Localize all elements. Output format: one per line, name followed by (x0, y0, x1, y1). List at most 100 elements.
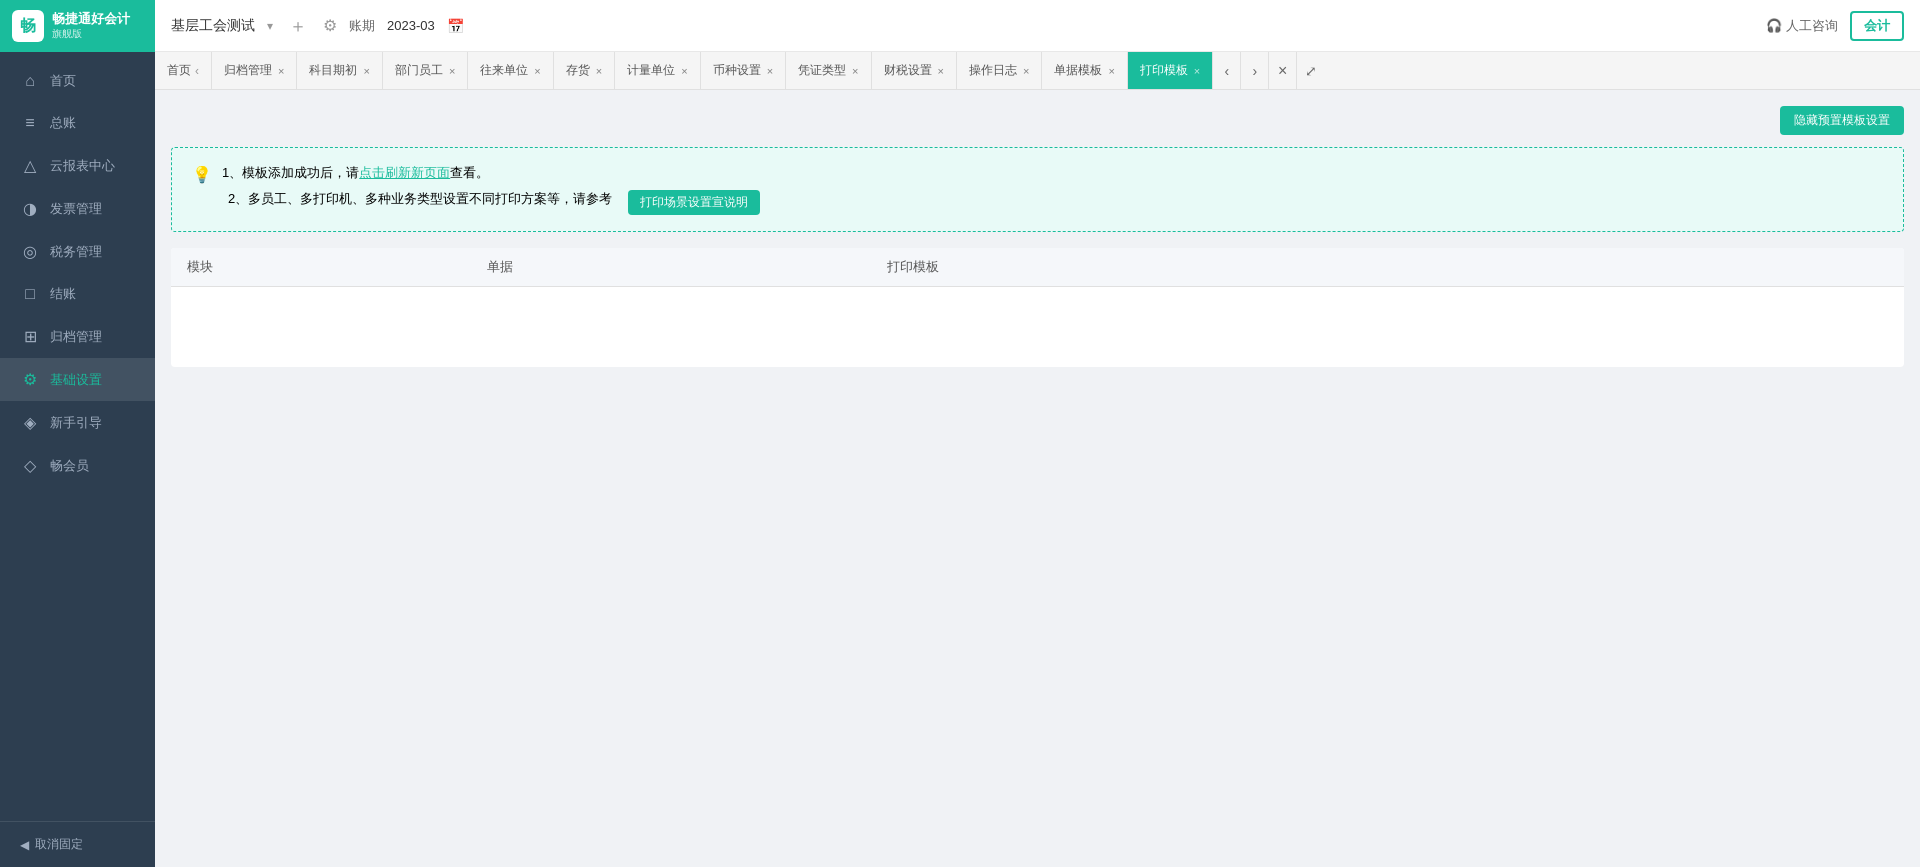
tab-customer-label: 往来单位 (480, 62, 528, 79)
tax-icon: ◎ (20, 242, 40, 261)
tab-tax-close-icon[interactable]: × (938, 65, 944, 77)
sidebar-item-invoice[interactable]: ◑ 发票管理 (0, 187, 155, 230)
tab-currency[interactable]: 币种设置 × (701, 52, 786, 90)
tab-expand-button[interactable]: ⤢ (1297, 52, 1325, 90)
sidebar-logo: 畅 畅捷通好会计 旗舰版 (0, 0, 155, 52)
tab-single-close-icon[interactable]: × (1108, 65, 1114, 77)
sidebar-item-report[interactable]: △ 云报表中心 (0, 144, 155, 187)
account-button[interactable]: 会计 (1850, 11, 1904, 41)
table-header: 模块 单据 打印模板 (171, 248, 1904, 287)
company-dropdown-icon[interactable]: ▾ (267, 19, 273, 33)
tab-archive[interactable]: 归档管理 × (212, 52, 297, 90)
tab-subject[interactable]: 科目期初 × (297, 52, 382, 90)
human-service-label: 人工咨询 (1786, 17, 1838, 35)
tab-single-template[interactable]: 单据模板 × (1042, 52, 1127, 90)
tab-voucher-type[interactable]: 凭证类型 × (786, 52, 871, 90)
tab-print-close-icon[interactable]: × (1194, 65, 1200, 77)
report-icon: △ (20, 156, 40, 175)
tab-currency-close-icon[interactable]: × (767, 65, 773, 77)
topbar: 基层工会测试 ▾ ＋ ⚙ 账期 2023-03 📅 🎧 人工咨询 会计 (155, 0, 1920, 52)
sidebar-unpin-button[interactable]: ◀ 取消固定 (0, 821, 155, 867)
tab-archive-close-icon[interactable]: × (278, 65, 284, 77)
sidebar-label-member: 畅会员 (50, 457, 89, 475)
sidebar-label-home: 首页 (50, 72, 76, 90)
home-icon: ⌂ (20, 72, 40, 90)
notice-line2-text: 2、多员工、多打印机、多种业务类型设置不同打印方案等，请参考 (228, 190, 612, 208)
table-col-print-template: 打印模板 (871, 248, 1904, 286)
tab-tax-set-label: 财税设置 (884, 62, 932, 79)
sidebar-item-checkout[interactable]: □ 结账 (0, 273, 155, 315)
tab-inventory[interactable]: 存货 × (554, 52, 615, 90)
tab-unit-label: 计量单位 (627, 62, 675, 79)
sidebar-item-settings[interactable]: ⚙ 基础设置 (0, 358, 155, 401)
tab-dept[interactable]: 部门员工 × (383, 52, 468, 90)
tab-unit[interactable]: 计量单位 × (615, 52, 700, 90)
print-scene-button[interactable]: 打印场景设置宣说明 (628, 190, 760, 215)
tab-log-close-icon[interactable]: × (1023, 65, 1029, 77)
tab-inventory-label: 存货 (566, 62, 590, 79)
tab-currency-label: 币种设置 (713, 62, 761, 79)
tab-chevron-icon: ‹ (195, 64, 199, 78)
archive-icon: ⊞ (20, 327, 40, 346)
sidebar-item-member[interactable]: ◇ 畅会员 (0, 444, 155, 487)
sidebar-item-ledger[interactable]: ≡ 总账 (0, 102, 155, 144)
calendar-icon[interactable]: 📅 (447, 18, 464, 34)
human-service-button[interactable]: 🎧 人工咨询 (1766, 17, 1838, 35)
ledger-icon: ≡ (20, 114, 40, 132)
member-icon: ◇ (20, 456, 40, 475)
tab-dept-close-icon[interactable]: × (449, 65, 455, 77)
tab-dept-label: 部门员工 (395, 62, 443, 79)
tab-home[interactable]: 首页 ‹ (155, 52, 212, 90)
tab-archive-label: 归档管理 (224, 62, 272, 79)
sidebar-item-home[interactable]: ⌂ 首页 (0, 60, 155, 102)
tab-close-all-button[interactable]: × (1269, 52, 1297, 90)
sidebar-label-ledger: 总账 (50, 114, 76, 132)
sidebar-item-archive[interactable]: ⊞ 归档管理 (0, 315, 155, 358)
table-body (171, 287, 1904, 367)
add-tab-button[interactable]: ＋ (285, 14, 311, 38)
notice-bulb-icon: 💡 (192, 165, 212, 184)
tab-tax-set[interactable]: 财税设置 × (872, 52, 957, 90)
tabbar: 首页 ‹ 归档管理 × 科目期初 × 部门员工 × 往来单位 × 存货 × 计量… (155, 52, 1920, 90)
tab-print-template-label: 打印模板 (1140, 62, 1188, 79)
action-bar: 隐藏预置模板设置 (171, 106, 1904, 135)
content-area: 隐藏预置模板设置 💡 1、模板添加成功后，请点击刷新新页面查看。 2、多员工、多… (155, 90, 1920, 867)
headset-icon: 🎧 (1766, 18, 1782, 33)
settings-icon: ⚙ (20, 370, 40, 389)
tab-subject-label: 科目期初 (309, 62, 357, 79)
tab-single-template-label: 单据模板 (1054, 62, 1102, 79)
sidebar-label-report: 云报表中心 (50, 157, 115, 175)
tab-print-template[interactable]: 打印模板 × (1128, 52, 1213, 90)
invoice-icon: ◑ (20, 199, 40, 218)
tab-operation-log[interactable]: 操作日志 × (957, 52, 1042, 90)
tab-subject-close-icon[interactable]: × (363, 65, 369, 77)
tab-customer[interactable]: 往来单位 × (468, 52, 553, 90)
notice-box: 💡 1、模板添加成功后，请点击刷新新页面查看。 2、多员工、多打印机、多种业务类… (171, 147, 1904, 232)
data-table: 模块 单据 打印模板 (171, 248, 1904, 367)
tab-prev-button[interactable]: ‹ (1213, 52, 1241, 90)
sidebar-item-guide[interactable]: ◈ 新手引导 (0, 401, 155, 444)
table-col-document: 单据 (471, 248, 871, 286)
sidebar-item-tax[interactable]: ◎ 税务管理 (0, 230, 155, 273)
settings-gear-icon[interactable]: ⚙ (323, 16, 337, 35)
checkout-icon: □ (20, 285, 40, 303)
notice-line1-text1: 1、模板添加成功后，请 (222, 165, 359, 180)
tab-inventory-close-icon[interactable]: × (596, 65, 602, 77)
table-col-module: 模块 (171, 248, 471, 286)
tab-next-button[interactable]: › (1241, 52, 1269, 90)
sidebar-nav: ⌂ 首页 ≡ 总账 △ 云报表中心 ◑ 发票管理 ◎ 税务管理 □ 结账 ⊞ 归… (0, 52, 155, 821)
unpin-label: 取消固定 (35, 836, 83, 853)
unpin-icon: ◀ (20, 838, 29, 852)
notice-row-2: 2、多员工、多打印机、多种业务类型设置不同打印方案等，请参考 打印场景设置宣说明 (192, 190, 1883, 215)
tab-unit-close-icon[interactable]: × (681, 65, 687, 77)
sidebar-label-settings: 基础设置 (50, 371, 102, 389)
topbar-right: 🎧 人工咨询 会计 (1766, 11, 1904, 41)
tab-voucher-close-icon[interactable]: × (852, 65, 858, 77)
notice-refresh-link[interactable]: 点击刷新新页面 (359, 165, 450, 180)
tab-customer-close-icon[interactable]: × (534, 65, 540, 77)
sidebar-label-archive: 归档管理 (50, 328, 102, 346)
sidebar: 畅 畅捷通好会计 旗舰版 ⌂ 首页 ≡ 总账 △ 云报表中心 ◑ 发票管理 ◎ … (0, 0, 155, 867)
hide-preview-button[interactable]: 隐藏预置模板设置 (1780, 106, 1904, 135)
sidebar-label-guide: 新手引导 (50, 414, 102, 432)
main: 基层工会测试 ▾ ＋ ⚙ 账期 2023-03 📅 🎧 人工咨询 会计 首页 ‹… (155, 0, 1920, 867)
